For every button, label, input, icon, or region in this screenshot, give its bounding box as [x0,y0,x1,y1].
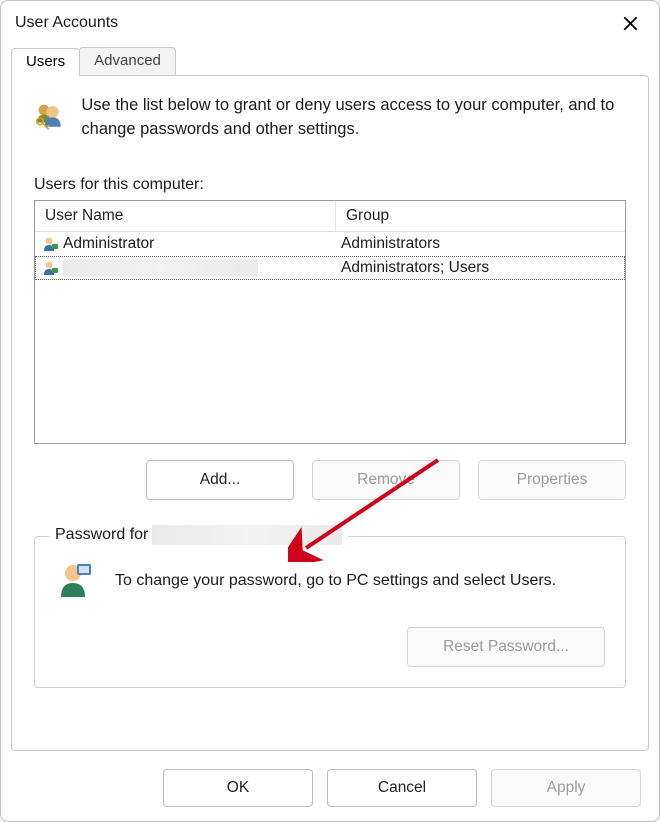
user-accounts-window: User Accounts Users Advanced Use the lis… [0,0,660,822]
password-legend-prefix: Password for [55,526,148,544]
col-username[interactable]: User Name [35,201,336,231]
cell-group: Administrators; Users [341,259,489,277]
user-icon [43,236,59,252]
table-row[interactable]: Administrator Administrators [35,232,625,256]
titlebar: User Accounts [1,1,659,45]
password-group-legend: Password for [49,525,348,545]
password-text: To change your password, go to PC settin… [115,572,556,590]
add-button[interactable]: Add... [146,460,294,500]
table-row[interactable]: Administrators; Users [35,256,625,280]
users-listview[interactable]: User Name Group Administrator Administra… [34,200,626,444]
password-user-icon [55,561,95,601]
close-icon [623,16,638,31]
apply-button[interactable]: Apply [491,769,641,807]
ok-button[interactable]: OK [163,769,313,807]
password-group: Password for To change your password, go… [34,536,626,688]
tab-users[interactable]: Users [11,48,80,76]
remove-button[interactable]: Remove [312,460,460,500]
users-list-label: Users for this computer: [34,176,626,194]
dialog-buttons: OK Cancel Apply [163,769,641,807]
cell-username-redacted [63,259,258,277]
cell-username: Administrator [63,235,154,253]
reset-password-button[interactable]: Reset Password... [407,627,605,667]
user-icon [43,260,59,276]
intro-row: Use the list below to grant or deny user… [34,94,626,142]
cell-group: Administrators [341,235,440,253]
close-button[interactable] [609,6,651,40]
user-action-buttons: Add... Remove Properties [34,460,626,500]
properties-button[interactable]: Properties [478,460,626,500]
listview-header: User Name Group [35,201,625,232]
users-panel: Use the list below to grant or deny user… [11,75,649,751]
col-group[interactable]: Group [336,201,625,231]
tab-strip: Users Advanced [1,45,659,75]
cancel-button[interactable]: Cancel [327,769,477,807]
intro-text: Use the list below to grant or deny user… [81,94,626,142]
tab-advanced[interactable]: Advanced [79,47,176,75]
users-keys-icon [34,94,63,138]
window-title: User Accounts [15,14,118,32]
password-legend-user-redacted [152,525,342,545]
